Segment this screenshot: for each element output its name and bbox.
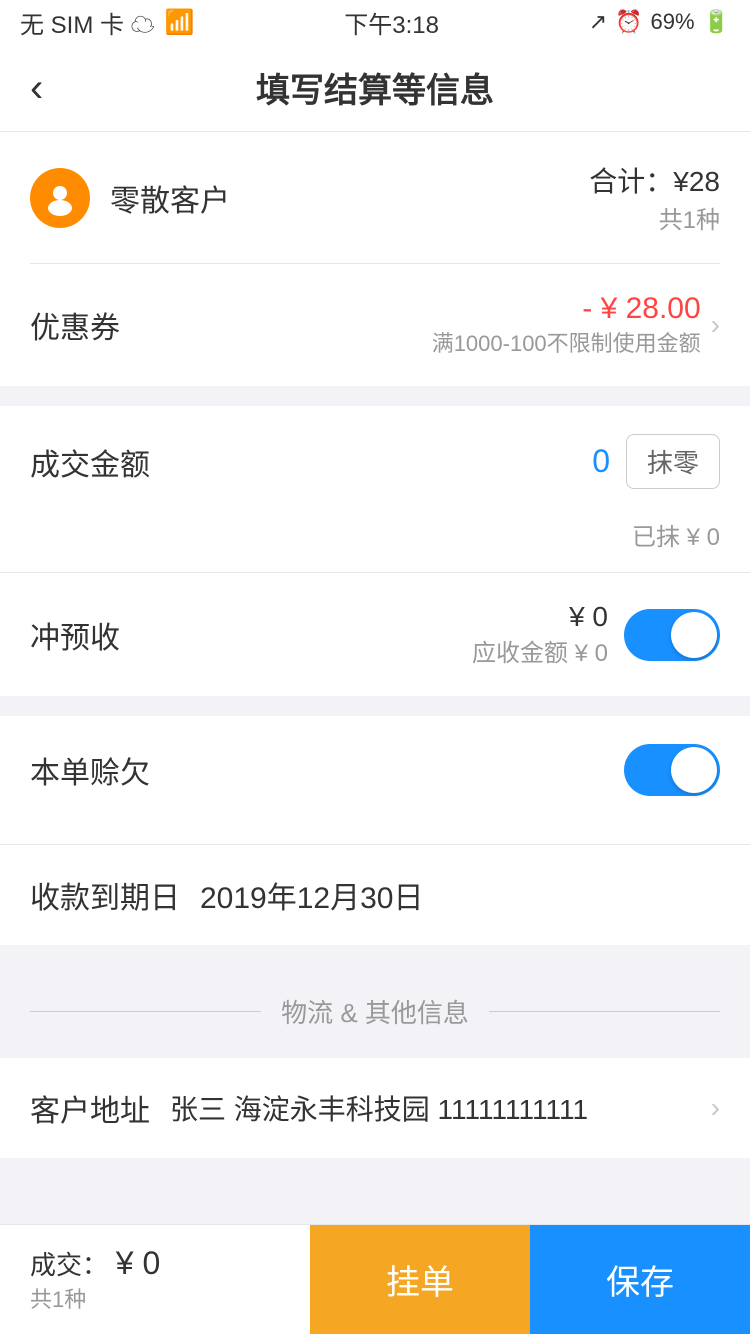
transaction-section: 成交金额 抹零 已抹 ¥ 0 冲预收 ¥ 0 应收金额 ¥ 0 bbox=[0, 406, 750, 696]
prepayment-receivable: 应收金额 ¥ 0 bbox=[472, 633, 608, 668]
status-bar: 无 SIM 卡 ☁ 📶 下午3:18 ↗ ⏰ 69% 🔋 bbox=[0, 0, 750, 44]
customer-summary: 合计：¥28 共1种 bbox=[589, 160, 720, 235]
sim-status: 无 SIM 卡 ☁ bbox=[20, 5, 155, 40]
coupon-right: - ¥ 28.00 满1000-100不限制使用金额 › bbox=[432, 292, 720, 358]
bottom-info: 成交： ¥ 0 共1种 bbox=[0, 1245, 310, 1314]
chevron-right-icon: › bbox=[711, 309, 720, 341]
coupon-amount: - ¥ 28.00 bbox=[432, 292, 701, 326]
status-time: 下午3:18 bbox=[344, 5, 439, 40]
section-gap-1 bbox=[0, 945, 750, 965]
round-zero-button[interactable]: 抹零 bbox=[626, 434, 720, 489]
coupon-info: - ¥ 28.00 满1000-100不限制使用金额 bbox=[432, 292, 701, 358]
divider-line-left bbox=[30, 1011, 261, 1012]
save-button[interactable]: 保存 bbox=[530, 1225, 750, 1334]
nav-bar: ‹ 填写结算等信息 bbox=[0, 44, 750, 132]
battery-icon: 🔋 bbox=[703, 9, 730, 35]
customer-section: 零散客户 合计：¥28 共1种 优惠券 - ¥ 28.00 满1000-100不… bbox=[0, 132, 750, 386]
location-icon: ↗ bbox=[589, 9, 607, 35]
address-chevron-icon: › bbox=[711, 1092, 720, 1124]
bottom-count: 共1种 bbox=[30, 1282, 280, 1314]
customer-name: 零散客户 bbox=[110, 176, 230, 220]
wifi-icon: 📶 bbox=[165, 8, 195, 37]
debt-toggle-knob bbox=[671, 747, 717, 793]
coupon-row[interactable]: 优惠券 - ¥ 28.00 满1000-100不限制使用金额 › bbox=[0, 264, 750, 386]
status-left: 无 SIM 卡 ☁ 📶 bbox=[20, 5, 195, 40]
customer-row: 零散客户 合计：¥28 共1种 bbox=[0, 132, 750, 263]
battery-percent: 69% bbox=[651, 9, 695, 35]
already-rounded-text: 已抹 ¥ 0 bbox=[632, 524, 720, 551]
debt-toggle[interactable] bbox=[624, 744, 720, 796]
total-count: 共1种 bbox=[589, 200, 720, 235]
transaction-amount-input[interactable] bbox=[530, 443, 610, 480]
bottom-bar: 成交： ¥ 0 共1种 挂单 保存 bbox=[0, 1224, 750, 1334]
bottom-deal-row: 成交： ¥ 0 bbox=[30, 1245, 280, 1282]
bottom-deal-amount: ¥ 0 bbox=[116, 1245, 160, 1281]
prepayment-toggle-knob bbox=[671, 612, 717, 658]
prepayment-row: 冲预收 ¥ 0 应收金额 ¥ 0 bbox=[0, 572, 750, 696]
due-date-value: 2019年12月30日 bbox=[200, 873, 423, 917]
coupon-label: 优惠券 bbox=[30, 303, 120, 347]
hang-button[interactable]: 挂单 bbox=[310, 1225, 530, 1334]
customer-left: 零散客户 bbox=[30, 168, 230, 228]
address-label: 客户地址 bbox=[30, 1086, 150, 1130]
debt-label: 本单赊欠 bbox=[30, 748, 150, 792]
alarm-icon: ⏰ bbox=[615, 9, 642, 35]
total-amount: 合计：¥28 bbox=[589, 160, 720, 200]
page-title: 填写结算等信息 bbox=[256, 63, 494, 112]
logistics-header: 物流 & 其他信息 bbox=[0, 965, 750, 1058]
coupon-desc: 满1000-100不限制使用金额 bbox=[432, 326, 701, 358]
due-date-label: 收款到期日 bbox=[30, 873, 180, 917]
transaction-label: 成交金额 bbox=[30, 440, 150, 484]
logistics-label: 物流 & 其他信息 bbox=[281, 993, 469, 1030]
prepayment-right: ¥ 0 应收金额 ¥ 0 bbox=[472, 601, 720, 668]
back-button[interactable]: ‹ bbox=[30, 68, 43, 108]
prepayment-info: ¥ 0 应收金额 ¥ 0 bbox=[472, 601, 608, 668]
address-row[interactable]: 客户地址 张三 海淀永丰科技园 11111111111 › bbox=[0, 1058, 750, 1158]
content: 零散客户 合计：¥28 共1种 优惠券 - ¥ 28.00 满1000-100不… bbox=[0, 132, 750, 1278]
debt-row: 本单赊欠 bbox=[0, 716, 750, 824]
address-value: 张三 海淀永丰科技园 11111111111 bbox=[170, 1088, 711, 1128]
transaction-right: 抹零 bbox=[530, 434, 720, 489]
prepayment-toggle[interactable] bbox=[624, 609, 720, 661]
debt-section: 本单赊欠 收款到期日 2019年12月30日 bbox=[0, 716, 750, 945]
divider-line-right bbox=[489, 1011, 720, 1012]
due-date-row: 收款到期日 2019年12月30日 bbox=[0, 844, 750, 945]
avatar bbox=[30, 168, 90, 228]
bottom-deal-label: 成交： bbox=[30, 1250, 108, 1280]
transaction-row: 成交金额 抹零 bbox=[0, 406, 750, 517]
prepayment-label: 冲预收 bbox=[30, 613, 120, 657]
status-right: ↗ ⏰ 69% 🔋 bbox=[589, 9, 730, 35]
prepayment-amount: ¥ 0 bbox=[472, 601, 608, 633]
